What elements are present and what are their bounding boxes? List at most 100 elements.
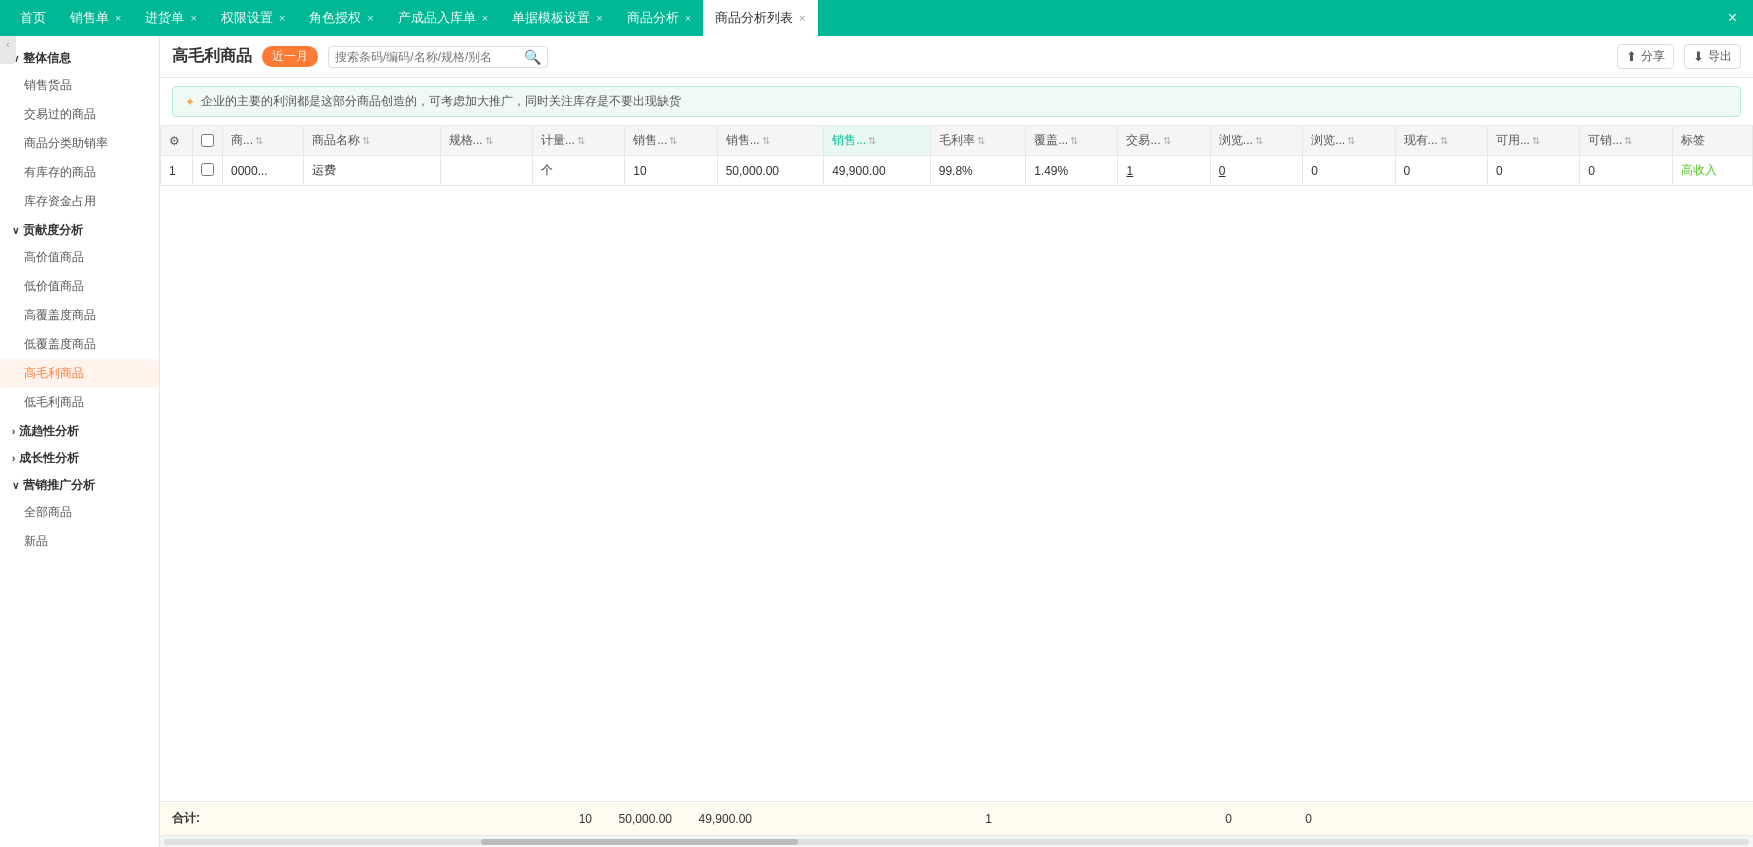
sidebar-item-1-5[interactable]: 低毛利商品 bbox=[0, 388, 159, 417]
search-box: 🔍 bbox=[328, 46, 548, 68]
sidebar-item-0-3[interactable]: 有库存的商品 bbox=[0, 158, 159, 187]
col-sale3[interactable]: 销售...⇅ bbox=[824, 126, 931, 156]
col-available[interactable]: 可用...⇅ bbox=[1487, 126, 1579, 156]
row-browse1-link[interactable]: 0 bbox=[1219, 164, 1226, 178]
sidebar-group-0[interactable]: ∨整体信息 bbox=[0, 44, 159, 71]
share-button[interactable]: ⬆ 分享 bbox=[1617, 44, 1674, 69]
col-sale1[interactable]: 销售...⇅ bbox=[625, 126, 717, 156]
nav-label: 角色授权 bbox=[309, 9, 361, 27]
sidebar: ‹ (function() { const data = JSON.parse(… bbox=[0, 36, 160, 847]
col-current[interactable]: 现有...⇅ bbox=[1395, 126, 1487, 156]
nav-close-icon[interactable]: × bbox=[596, 12, 602, 24]
sidebar-group-4[interactable]: ∨营销推广分析 bbox=[0, 471, 159, 498]
sidebar-collapse-button[interactable]: ‹ bbox=[0, 36, 16, 64]
col-browse1[interactable]: 浏览...⇅ bbox=[1210, 126, 1302, 156]
col-spec[interactable]: 规格...⇅ bbox=[440, 126, 532, 156]
col-code-label: 商... bbox=[231, 132, 253, 149]
horizontal-scrollbar[interactable] bbox=[160, 835, 1753, 847]
nav-close-icon[interactable]: × bbox=[279, 12, 285, 24]
sort-icon: ⇅ bbox=[485, 135, 493, 146]
nav-item-8[interactable]: 商品分析列表 × bbox=[703, 0, 817, 36]
row-saleable: 0 bbox=[1580, 156, 1672, 186]
nav-close-icon[interactable]: × bbox=[685, 12, 691, 24]
sidebar-group-3[interactable]: ›成长性分析 bbox=[0, 444, 159, 471]
scroll-track bbox=[164, 839, 1749, 845]
row-available: 0 bbox=[1487, 156, 1579, 186]
sidebar-item-0-4[interactable]: 库存资金占用 bbox=[0, 187, 159, 216]
nav-item-1[interactable]: 销售单 × bbox=[58, 0, 133, 36]
col-gross-label: 毛利率 bbox=[939, 132, 975, 149]
sidebar-group-1[interactable]: ∨贡献度分析 bbox=[0, 216, 159, 243]
nav-close-icon[interactable]: × bbox=[367, 12, 373, 24]
col-sale2[interactable]: 销售...⇅ bbox=[717, 126, 824, 156]
sidebar-item-0-2[interactable]: 商品分类助销率 bbox=[0, 129, 159, 158]
col-current-label: 现有... bbox=[1404, 132, 1438, 149]
col-checkbox[interactable] bbox=[193, 126, 223, 156]
col-gross[interactable]: 毛利率⇅ bbox=[930, 126, 1025, 156]
col-transaction[interactable]: 交易...⇅ bbox=[1118, 126, 1210, 156]
nav-close-all-button[interactable]: × bbox=[1720, 9, 1745, 27]
export-label: 导出 bbox=[1708, 48, 1732, 65]
row-unit: 个 bbox=[532, 156, 624, 186]
nav-item-5[interactable]: 产成品入库单 × bbox=[386, 0, 500, 36]
nav-label: 销售单 bbox=[70, 9, 109, 27]
col-sale2-label: 销售... bbox=[726, 132, 760, 149]
chevron-icon: › bbox=[12, 426, 15, 437]
nav-close-icon[interactable]: × bbox=[482, 12, 488, 24]
sidebar-item-4-1[interactable]: 新品 bbox=[0, 527, 159, 556]
nav-label: 商品分析列表 bbox=[715, 9, 793, 27]
row-tag-label: 高收入 bbox=[1681, 163, 1717, 177]
filter-period-button[interactable]: 近一月 bbox=[262, 46, 318, 67]
sidebar-item-0-0[interactable]: 销售货品 bbox=[0, 71, 159, 100]
sidebar-item-4-0[interactable]: 全部商品 bbox=[0, 498, 159, 527]
nav-label: 单据模板设置 bbox=[512, 9, 590, 27]
sidebar-item-0-1[interactable]: 交易过的商品 bbox=[0, 100, 159, 129]
export-button[interactable]: ⬇ 导出 bbox=[1684, 44, 1741, 69]
row-checkbox-input[interactable] bbox=[201, 163, 214, 176]
sort-icon: ⇅ bbox=[255, 135, 263, 146]
sidebar-item-1-2[interactable]: 高覆盖度商品 bbox=[0, 301, 159, 330]
sort-icon: ⇅ bbox=[977, 135, 985, 146]
row-browse1: 0 bbox=[1210, 156, 1302, 186]
sidebar-item-1-0[interactable]: 高价值商品 bbox=[0, 243, 159, 272]
select-all-checkbox[interactable] bbox=[201, 134, 214, 147]
col-settings[interactable]: ⚙ bbox=[161, 126, 193, 156]
col-browse2[interactable]: 浏览...⇅ bbox=[1303, 126, 1395, 156]
search-input[interactable] bbox=[335, 50, 524, 64]
nav-label: 商品分析 bbox=[627, 9, 679, 27]
content-area: 高毛利商品 近一月 🔍 ⬆ 分享 ⬇ 导出 ✦ 企业的主要 bbox=[160, 36, 1753, 847]
col-saleable[interactable]: 可销...⇅ bbox=[1580, 126, 1672, 156]
sidebar-group-title-label: 贡献度分析 bbox=[23, 222, 83, 239]
col-code[interactable]: 商...⇅ bbox=[223, 126, 304, 156]
col-unit[interactable]: 计量...⇅ bbox=[532, 126, 624, 156]
search-icon[interactable]: 🔍 bbox=[524, 49, 541, 65]
col-name[interactable]: 商品名称⇅ bbox=[304, 126, 440, 156]
row-checkbox[interactable] bbox=[193, 156, 223, 186]
scroll-thumb[interactable] bbox=[481, 839, 798, 845]
sidebar-group-2[interactable]: › 流趋性分析 bbox=[0, 417, 159, 444]
row-name: 运费 bbox=[304, 156, 440, 186]
col-tag[interactable]: 标签 bbox=[1672, 126, 1752, 156]
nav-item-3[interactable]: 权限设置 × bbox=[209, 0, 297, 36]
sidebar-item-1-1[interactable]: 低价值商品 bbox=[0, 272, 159, 301]
sort-icon: ⇅ bbox=[577, 135, 585, 146]
sidebar-item-1-4[interactable]: 高毛利商品 bbox=[0, 359, 159, 388]
col-coverage[interactable]: 覆盖...⇅ bbox=[1026, 126, 1118, 156]
row-transaction: 1 bbox=[1118, 156, 1210, 186]
nav-close-icon[interactable]: × bbox=[799, 12, 805, 24]
sort-icon: ⇅ bbox=[762, 135, 770, 146]
nav-label: 权限设置 bbox=[221, 9, 273, 27]
nav-item-4[interactable]: 角色授权 × bbox=[297, 0, 385, 36]
nav-item-7[interactable]: 商品分析 × bbox=[615, 0, 703, 36]
nav-close-icon[interactable]: × bbox=[190, 12, 196, 24]
nav-label: 产成品入库单 bbox=[398, 9, 476, 27]
nav-close-icon[interactable]: × bbox=[115, 12, 121, 24]
sidebar-group-title-label: 流趋性分析 bbox=[19, 423, 79, 440]
row-transaction-link[interactable]: 1 bbox=[1126, 164, 1133, 178]
share-label: 分享 bbox=[1641, 48, 1665, 65]
nav-item-0[interactable]: 首页 bbox=[8, 0, 58, 36]
sort-icon: ⇅ bbox=[1624, 135, 1632, 146]
nav-item-2[interactable]: 进货单× bbox=[133, 0, 208, 36]
sidebar-item-1-3[interactable]: 低覆盖度商品 bbox=[0, 330, 159, 359]
nav-item-6[interactable]: 单据模板设置 × bbox=[500, 0, 614, 36]
